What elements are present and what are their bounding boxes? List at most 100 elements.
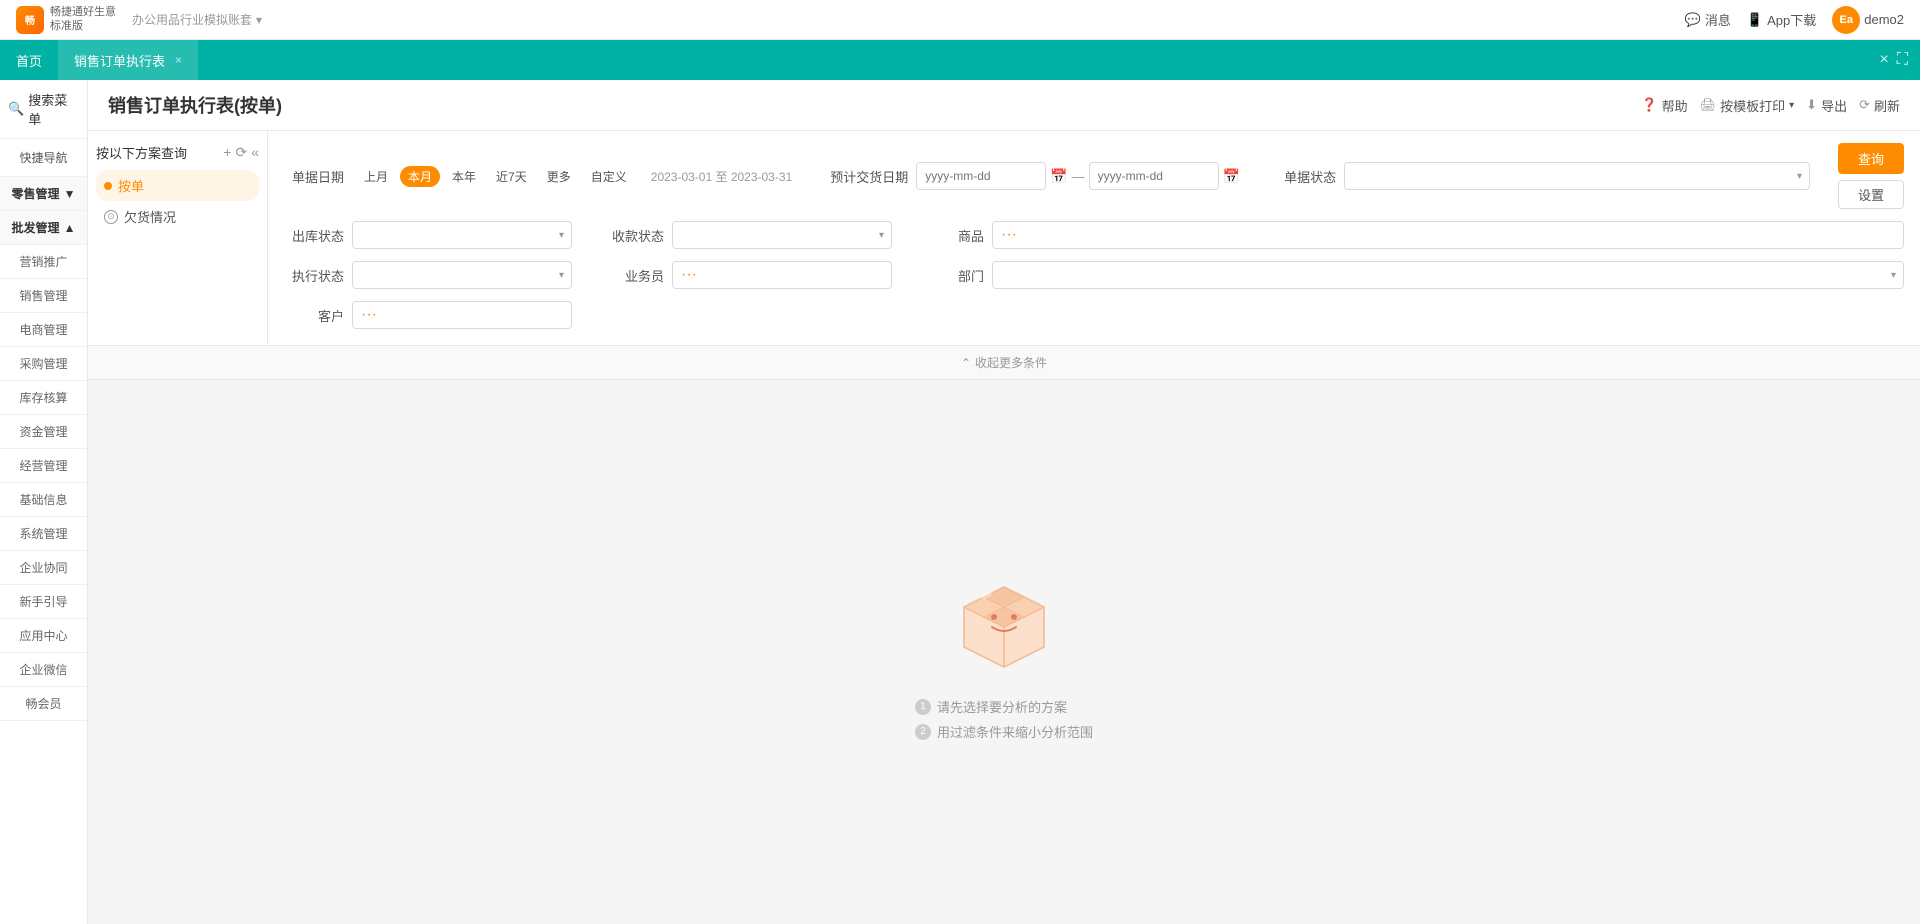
sidebar-item-newbie[interactable]: 新手引导 — [0, 585, 87, 619]
sidebar-item-enterprise[interactable]: 企业协同 — [0, 551, 87, 585]
customer-input-wrap[interactable]: ··· — [352, 301, 572, 329]
filter-sidebar: 按以下方案查询 + ⟳ « 按单 ⊙ 欠货情况 — [88, 131, 268, 345]
date-range-text: 2023-03-01 至 2023-03-31 — [651, 168, 792, 185]
goods-dots[interactable]: ··· — [1001, 226, 1017, 244]
content-area: 销售订单执行表(按单) ❓ 帮助 🖨 按模板打印 ▾ ⬇ 导出 ⟳ 刷新 — [88, 80, 1920, 924]
empty-icon — [944, 557, 1064, 677]
collapse-bar[interactable]: ⌃ 收起更多条件 — [88, 346, 1920, 380]
sales-person-input-wrap[interactable]: ··· — [672, 261, 892, 289]
exec-status-select[interactable] — [352, 261, 572, 289]
message-icon: 💬 — [1685, 12, 1701, 28]
help-label: 帮助 — [1662, 96, 1688, 115]
scheme-item-order[interactable]: 按单 — [96, 170, 259, 201]
app-download-label: App下载 — [1767, 10, 1816, 29]
query-button[interactable]: 查询 — [1838, 143, 1904, 174]
date-quick-this-year[interactable]: 本年 — [444, 166, 484, 187]
sidebar-item-system[interactable]: 系统管理 — [0, 517, 87, 551]
circle-icon: ⊙ — [104, 210, 118, 224]
date-quick-custom[interactable]: 自定义 — [583, 166, 635, 187]
calendar-from-icon[interactable]: 📅 — [1050, 168, 1067, 185]
tab-active-label: 销售订单执行表 — [74, 51, 165, 70]
sidebar-item-basic-info[interactable]: 基础信息 — [0, 483, 87, 517]
settings-button[interactable]: 设置 — [1838, 180, 1904, 209]
refresh-icon: ⟳ — [1859, 97, 1870, 113]
help-button[interactable]: ❓ 帮助 — [1641, 96, 1687, 115]
sidebar-item-inventory[interactable]: 库存核算 — [0, 381, 87, 415]
breadcrumb-dropdown-icon[interactable]: ▾ — [256, 13, 262, 27]
goods-input-wrap[interactable]: ··· — [992, 221, 1904, 249]
refresh-button[interactable]: ⟳ 刷新 — [1859, 96, 1900, 115]
date-quick-this-month[interactable]: 本月 — [400, 166, 440, 187]
window-close-button[interactable]: × — [1879, 51, 1888, 69]
receive-status-label: 收款状态 — [604, 226, 664, 245]
quick-nav-label: 快捷导航 — [19, 151, 67, 165]
window-expand-button[interactable]: ⛶ — [1897, 51, 1908, 69]
single-status-label: 单据状态 — [1276, 167, 1336, 186]
sidebar-item-member[interactable]: 畅会员 — [0, 687, 87, 721]
tab-home[interactable]: 首页 — [0, 40, 58, 80]
sidebar-item-app-center[interactable]: 应用中心 — [0, 619, 87, 653]
tab-bar: 首页 销售订单执行表 × × ⛶ — [0, 40, 1920, 80]
sidebar-item-finance[interactable]: 资金管理 — [0, 415, 87, 449]
filter-row-3: 执行状态 ▾ 业务员 ··· 部门 — [284, 261, 1904, 289]
single-status-select[interactable] — [1344, 162, 1810, 190]
filter-form: 单据日期 上月 本月 本年 近7天 更多 自定义 2023-03-01 至 20… — [268, 131, 1920, 345]
scheme-active-dot — [104, 182, 112, 190]
empty-state: 1 请先选择要分析的方案 2 用过滤条件来缩小分析范围 — [88, 380, 1920, 924]
date-quick-more[interactable]: 更多 — [539, 166, 579, 187]
print-button[interactable]: 🖨 按模板打印 ▾ — [1700, 96, 1795, 115]
sidebar-item-wechat[interactable]: 企业微信 — [0, 653, 87, 687]
expected-date-from[interactable] — [916, 162, 1046, 190]
exec-status-field: 执行状态 ▾ — [284, 261, 572, 289]
export-button[interactable]: ⬇ 导出 — [1806, 96, 1847, 115]
sidebar-item-marketing[interactable]: 营销推广 — [0, 245, 87, 279]
tab-active[interactable]: 销售订单执行表 × — [58, 40, 198, 80]
date-quick-buttons: 上月 本月 本年 近7天 更多 自定义 — [356, 166, 635, 187]
date-quick-7days[interactable]: 近7天 — [488, 166, 535, 187]
scheme-item-shortage[interactable]: ⊙ 欠货情况 — [96, 201, 259, 232]
page-header: 销售订单执行表(按单) ❓ 帮助 🖨 按模板打印 ▾ ⬇ 导出 ⟳ 刷新 — [88, 80, 1920, 131]
scheme-item-order-label: 按单 — [118, 176, 144, 195]
empty-text-list: 1 请先选择要分析的方案 2 用过滤条件来缩小分析范围 — [915, 697, 1093, 747]
app-download-button[interactable]: 📱 App下载 — [1747, 10, 1816, 29]
logo-line2: 标准版 — [50, 20, 116, 33]
search-menu-item[interactable]: 🔍 搜索菜单 — [0, 80, 87, 139]
date-quick-last-month[interactable]: 上月 — [356, 166, 396, 187]
print-label: 按模板打印 — [1720, 96, 1785, 115]
sidebar-item-sales[interactable]: 销售管理 — [0, 279, 87, 313]
collapse-bar-label: 收起更多条件 — [975, 354, 1047, 371]
sidebar-item-wholesale-arrow: ▲ — [64, 221, 76, 235]
sidebar-item-retail[interactable]: 零售管理 ▼ — [0, 177, 87, 211]
tab-home-label: 首页 — [16, 51, 42, 70]
goods-field: 商品 ··· — [924, 221, 1904, 249]
out-status-select[interactable] — [352, 221, 572, 249]
filter-row-1: 单据日期 上月 本月 本年 近7天 更多 自定义 2023-03-01 至 20… — [284, 143, 1904, 209]
dept-select[interactable] — [992, 261, 1904, 289]
page-header-actions: ❓ 帮助 🖨 按模板打印 ▾ ⬇ 导出 ⟳ 刷新 — [1641, 96, 1900, 115]
dept-select-wrap: ▾ — [992, 261, 1904, 289]
hint2-text: 用过滤条件来缩小分析范围 — [937, 722, 1093, 741]
calendar-to-icon[interactable]: 📅 — [1223, 168, 1240, 185]
sidebar-item-purchase[interactable]: 采购管理 — [0, 347, 87, 381]
expected-date-to[interactable] — [1089, 162, 1219, 190]
sidebar-item-quick-nav[interactable]: 快捷导航 — [0, 139, 87, 177]
receive-status-select[interactable] — [672, 221, 892, 249]
tab-bar-right: × ⛶ — [1879, 51, 1920, 69]
add-scheme-button[interactable]: + — [223, 144, 231, 161]
main-content: 1 请先选择要分析的方案 2 用过滤条件来缩小分析范围 — [88, 380, 1920, 924]
refresh-scheme-button[interactable]: ⟳ — [235, 144, 247, 161]
customer-dots[interactable]: ··· — [361, 306, 377, 324]
logo-icon: 畅 — [16, 6, 44, 34]
sales-person-dots[interactable]: ··· — [681, 266, 697, 284]
receive-status-field: 收款状态 ▾ — [604, 221, 892, 249]
export-label: 导出 — [1821, 96, 1847, 115]
message-button[interactable]: 💬 消息 — [1685, 10, 1731, 29]
collapse-scheme-button[interactable]: « — [251, 144, 259, 161]
sidebar-item-operation[interactable]: 经营管理 — [0, 449, 87, 483]
sidebar-item-wholesale[interactable]: 批发管理 ▲ — [0, 211, 87, 245]
sidebar-item-ecommerce[interactable]: 电商管理 — [0, 313, 87, 347]
tab-close-button[interactable]: × — [175, 53, 182, 67]
expected-date-range: 📅 — 📅 — [916, 162, 1240, 190]
help-icon: ❓ — [1641, 97, 1657, 113]
user-area[interactable]: Ea demo2 — [1832, 6, 1904, 34]
